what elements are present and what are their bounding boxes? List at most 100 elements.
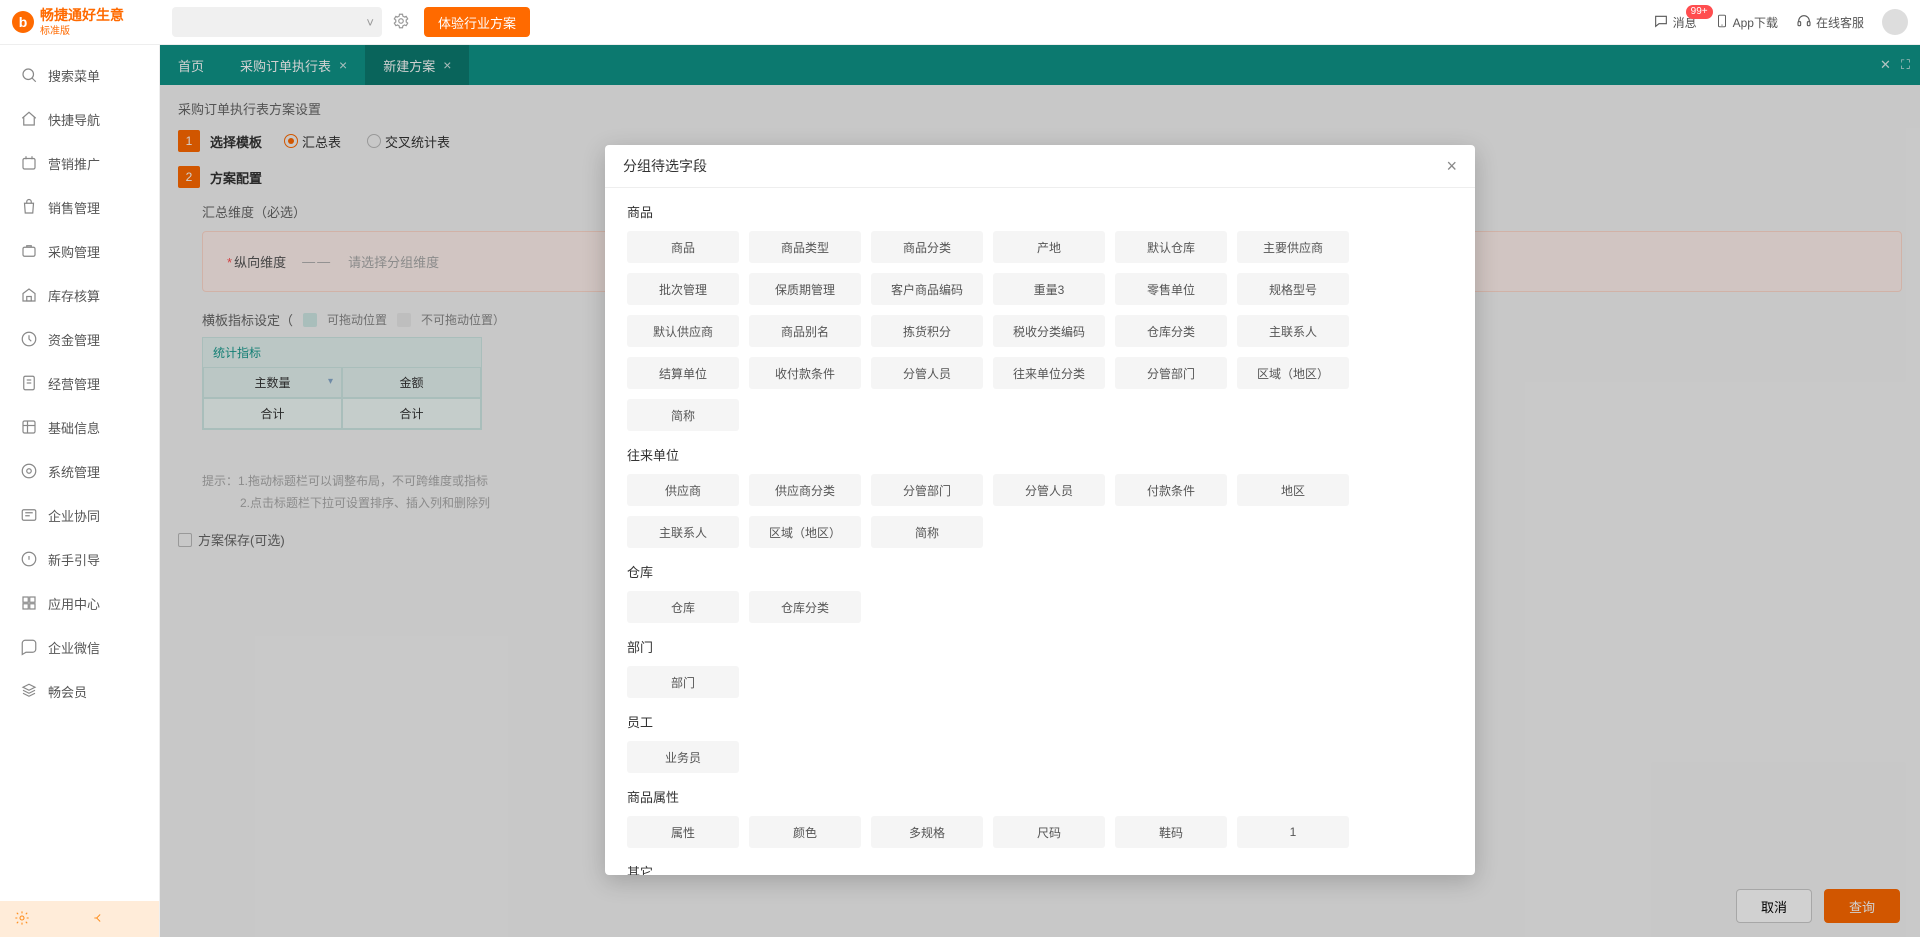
brand-logo: b	[12, 11, 34, 33]
field-chip[interactable]: 仓库	[627, 591, 739, 623]
sidebar-item-label: 畅会员	[48, 682, 87, 701]
field-chip[interactable]: 部门	[627, 666, 739, 698]
collapse-icon[interactable]	[90, 911, 108, 928]
field-chip[interactable]: 批次管理	[627, 273, 739, 305]
field-chip[interactable]: 简称	[627, 399, 739, 431]
field-chip[interactable]: 保质期管理	[749, 273, 861, 305]
sidebar-item[interactable]: 搜索菜单	[0, 53, 159, 97]
field-chip[interactable]: 收付款条件	[749, 357, 861, 389]
sidebar-item[interactable]: 库存核算	[0, 273, 159, 317]
field-chip[interactable]: 税收分类编码	[993, 315, 1105, 347]
field-group: 商品属性属性颜色多规格尺码鞋码 1	[627, 787, 1463, 848]
field-chip[interactable]: 往来单位分类	[993, 357, 1105, 389]
messages-link[interactable]: 消息 99+	[1653, 13, 1697, 32]
sidebar-item-label: 新手引导	[48, 550, 100, 569]
sidebar-item-icon	[20, 66, 38, 84]
field-chip[interactable]: 颜色	[749, 816, 861, 848]
sidebar-item[interactable]: 销售管理	[0, 185, 159, 229]
field-group-title: 部门	[627, 637, 1463, 656]
field-chip[interactable]: 默认供应商	[627, 315, 739, 347]
brand: b 畅捷通好生意 标准版	[12, 8, 152, 37]
field-chip[interactable]: 属性	[627, 816, 739, 848]
field-chip[interactable]: 多规格	[871, 816, 983, 848]
field-chip[interactable]: 鞋码	[1115, 816, 1227, 848]
field-chip[interactable]: 分管部门	[871, 474, 983, 506]
field-picker-modal: 分组待选字段 × 商品商品商品类型商品分类产地默认仓库主要供应商批次管理保质期管…	[605, 145, 1475, 875]
field-chip[interactable]: 产地	[993, 231, 1105, 263]
modal-mask[interactable]: 分组待选字段 × 商品商品商品类型商品分类产地默认仓库主要供应商批次管理保质期管…	[160, 45, 1920, 937]
field-chip[interactable]: 重量3	[993, 273, 1105, 305]
sidebar-item-icon	[20, 198, 38, 216]
sidebar-item[interactable]: 畅会员	[0, 669, 159, 713]
field-chip[interactable]: 主联系人	[627, 516, 739, 548]
field-chip[interactable]: 规格型号	[1237, 273, 1349, 305]
sidebar: 搜索菜单快捷导航营销推广销售管理采购管理库存核算资金管理经营管理基础信息系统管理…	[0, 45, 160, 937]
field-chip[interactable]: 分管人员	[871, 357, 983, 389]
field-chip[interactable]: 业务员	[627, 741, 739, 773]
sidebar-item[interactable]: 系统管理	[0, 449, 159, 493]
field-chip[interactable]: 简称	[871, 516, 983, 548]
org-select[interactable]: ˅	[172, 7, 382, 37]
field-group: 部门部门	[627, 637, 1463, 698]
field-chip[interactable]: 默认仓库	[1115, 231, 1227, 263]
sidebar-item-label: 系统管理	[48, 462, 100, 481]
field-chip[interactable]: 商品类型	[749, 231, 861, 263]
sidebar-item-label: 基础信息	[48, 418, 100, 437]
field-chip[interactable]: 商品	[627, 231, 739, 263]
sidebar-item-icon	[20, 110, 38, 128]
sidebar-item-icon	[20, 286, 38, 304]
field-chip[interactable]: 地区	[1237, 474, 1349, 506]
sidebar-item-icon	[20, 374, 38, 392]
field-chip[interactable]: 尺码	[993, 816, 1105, 848]
gear-icon[interactable]	[392, 12, 410, 33]
field-chip[interactable]: 供应商分类	[749, 474, 861, 506]
sidebar-item[interactable]: 应用中心	[0, 581, 159, 625]
field-chip[interactable]: 客户商品编码	[871, 273, 983, 305]
sidebar-item[interactable]: 企业协同	[0, 493, 159, 537]
field-chip[interactable]: 供应商	[627, 474, 739, 506]
sidebar-item[interactable]: 营销推广	[0, 141, 159, 185]
sidebar-item[interactable]: 新手引导	[0, 537, 159, 581]
field-chip[interactable]: 付款条件	[1115, 474, 1227, 506]
avatar[interactable]	[1882, 9, 1908, 35]
field-chip[interactable]: 区域（地区）	[749, 516, 861, 548]
sidebar-item[interactable]: 资金管理	[0, 317, 159, 361]
sidebar-item[interactable]: 经营管理	[0, 361, 159, 405]
sidebar-item-label: 采购管理	[48, 242, 100, 261]
field-chip[interactable]: 拣货积分	[871, 315, 983, 347]
sidebar-item-icon	[20, 462, 38, 480]
field-chip[interactable]: 结算单位	[627, 357, 739, 389]
sidebar-item-label: 快捷导航	[48, 110, 100, 129]
field-group-title: 仓库	[627, 562, 1463, 581]
sidebar-item-label: 企业微信	[48, 638, 100, 657]
modal-body: 商品商品商品类型商品分类产地默认仓库主要供应商批次管理保质期管理客户商品编码重量…	[605, 188, 1475, 875]
sidebar-item-icon	[20, 418, 38, 436]
field-chip[interactable]: 主联系人	[1237, 315, 1349, 347]
settings-icon[interactable]	[14, 910, 30, 929]
field-chip[interactable]: 分管部门	[1115, 357, 1227, 389]
industry-plan-button[interactable]: 体验行业方案	[424, 7, 530, 37]
brand-subtitle: 标准版	[40, 22, 124, 37]
field-chip[interactable]: 商品分类	[871, 231, 983, 263]
online-service-label: 在线客服	[1816, 14, 1864, 31]
field-group-title: 商品属性	[627, 787, 1463, 806]
sidebar-item[interactable]: 快捷导航	[0, 97, 159, 141]
field-chip[interactable]: 区域（地区）	[1237, 357, 1349, 389]
field-chip[interactable]: 1	[1237, 816, 1349, 848]
field-chip[interactable]: 零售单位	[1115, 273, 1227, 305]
field-chip[interactable]: 商品别名	[749, 315, 861, 347]
sidebar-item[interactable]: 采购管理	[0, 229, 159, 273]
close-icon[interactable]: ×	[1446, 156, 1457, 177]
field-chip[interactable]: 分管人员	[993, 474, 1105, 506]
field-chip[interactable]: 主要供应商	[1237, 231, 1349, 263]
field-chip[interactable]: 仓库分类	[749, 591, 861, 623]
app-download-link[interactable]: App下载	[1715, 13, 1778, 32]
field-chip[interactable]: 仓库分类	[1115, 315, 1227, 347]
sidebar-item[interactable]: 基础信息	[0, 405, 159, 449]
sidebar-item-icon	[20, 506, 38, 524]
field-group: 往来单位供应商供应商分类分管部门分管人员付款条件地区主联系人区域（地区）简称	[627, 445, 1463, 548]
sidebar-item[interactable]: 企业微信	[0, 625, 159, 669]
online-service-link[interactable]: 在线客服	[1796, 13, 1864, 32]
messages-badge: 99+	[1686, 5, 1713, 19]
field-group: 员工业务员	[627, 712, 1463, 773]
